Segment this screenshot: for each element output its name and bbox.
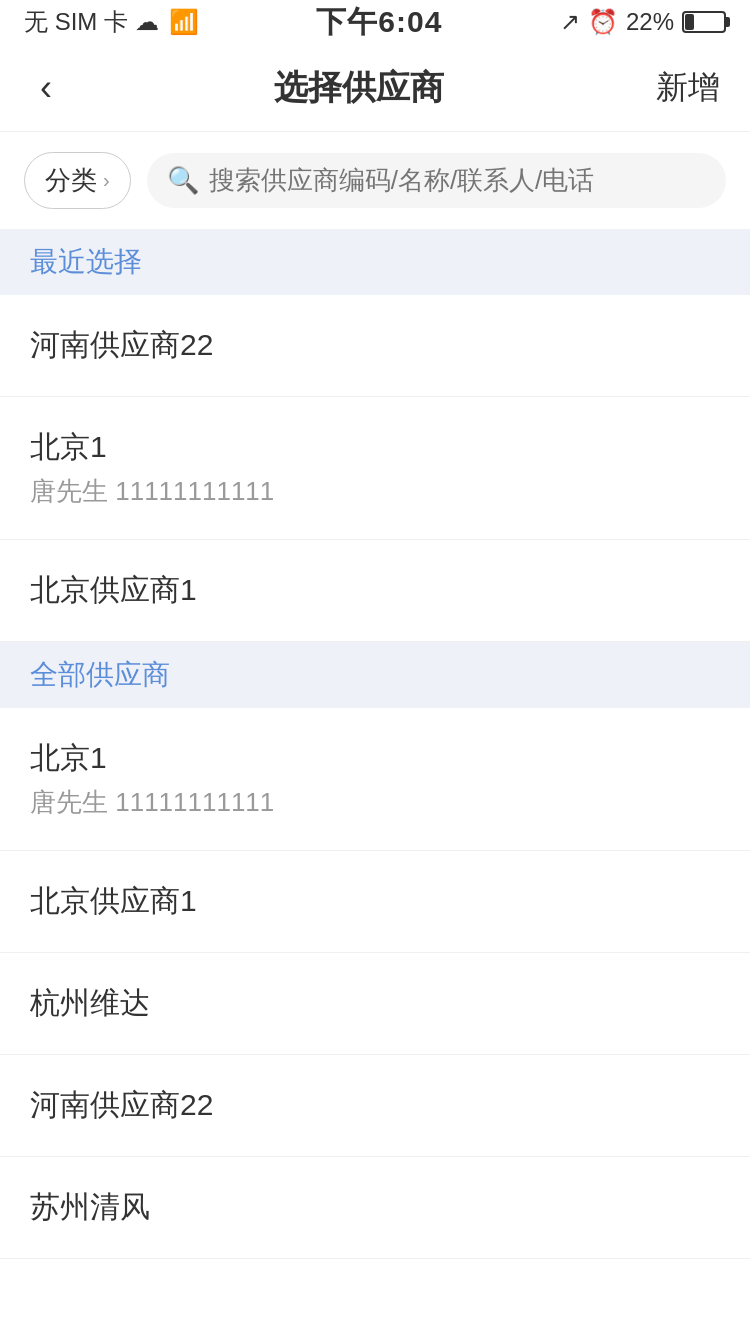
list-item[interactable]: 北京供应商1: [0, 540, 750, 642]
status-left: 无 SIM 卡 ☁ 📶: [24, 6, 199, 38]
list-item[interactable]: 杭州维达: [0, 953, 750, 1055]
item-name: 北京1: [30, 427, 720, 468]
category-label: 分类: [45, 163, 97, 198]
recent-section-header: 最近选择: [0, 229, 750, 295]
item-name: 河南供应商22: [30, 1085, 720, 1126]
item-name: 北京1: [30, 738, 720, 779]
recent-section-label: 最近选择: [30, 246, 142, 277]
nav-bar: ‹ 选择供应商 新增: [0, 44, 750, 132]
chevron-right-icon: ›: [103, 169, 110, 192]
add-button[interactable]: 新增: [656, 66, 720, 110]
alarm-icon: ⏰: [588, 8, 618, 36]
list-item[interactable]: 河南供应商22: [0, 1055, 750, 1157]
item-name: 苏州清风: [30, 1187, 720, 1228]
status-time: 下午6:04: [316, 2, 442, 43]
search-icon: 🔍: [167, 165, 199, 196]
search-input-container: 🔍: [147, 153, 726, 208]
item-name: 杭州维达: [30, 983, 720, 1024]
list-item[interactable]: 河南供应商22: [0, 295, 750, 397]
item-name: 北京供应商1: [30, 881, 720, 922]
item-sub: 唐先生 11111111111: [30, 474, 720, 509]
list-item[interactable]: 北京供应商1: [0, 851, 750, 953]
battery-icon: [682, 11, 726, 33]
recent-list: 河南供应商22 北京1 唐先生 11111111111 北京供应商1: [0, 295, 750, 642]
wifi-icon: 📶: [169, 8, 199, 36]
status-right: ↗ ⏰ 22%: [560, 8, 726, 36]
list-item[interactable]: 北京1 唐先生 11111111111: [0, 397, 750, 540]
search-input[interactable]: [209, 165, 706, 196]
item-name: 北京供应商1: [30, 570, 720, 611]
list-item[interactable]: 北京1 唐先生 11111111111: [0, 708, 750, 851]
all-suppliers-list: 北京1 唐先生 11111111111 北京供应商1 杭州维达河南供应商22 苏州清风: [0, 708, 750, 1259]
no-sim-label: 无 SIM 卡 ☁: [24, 6, 159, 38]
all-section-header: 全部供应商: [0, 642, 750, 708]
all-section-label: 全部供应商: [30, 659, 170, 690]
back-button[interactable]: ‹: [30, 57, 62, 119]
item-sub: 唐先生 11111111111: [30, 785, 720, 820]
battery-percent: 22%: [626, 8, 674, 36]
location-icon: ↗: [560, 8, 580, 36]
status-bar: 无 SIM 卡 ☁ 📶 下午6:04 ↗ ⏰ 22%: [0, 0, 750, 44]
category-filter-button[interactable]: 分类 ›: [24, 152, 131, 209]
page-title: 选择供应商: [62, 65, 656, 111]
search-area: 分类 › 🔍: [0, 132, 750, 229]
list-item[interactable]: 苏州清风: [0, 1157, 750, 1259]
item-name: 河南供应商22: [30, 325, 720, 366]
